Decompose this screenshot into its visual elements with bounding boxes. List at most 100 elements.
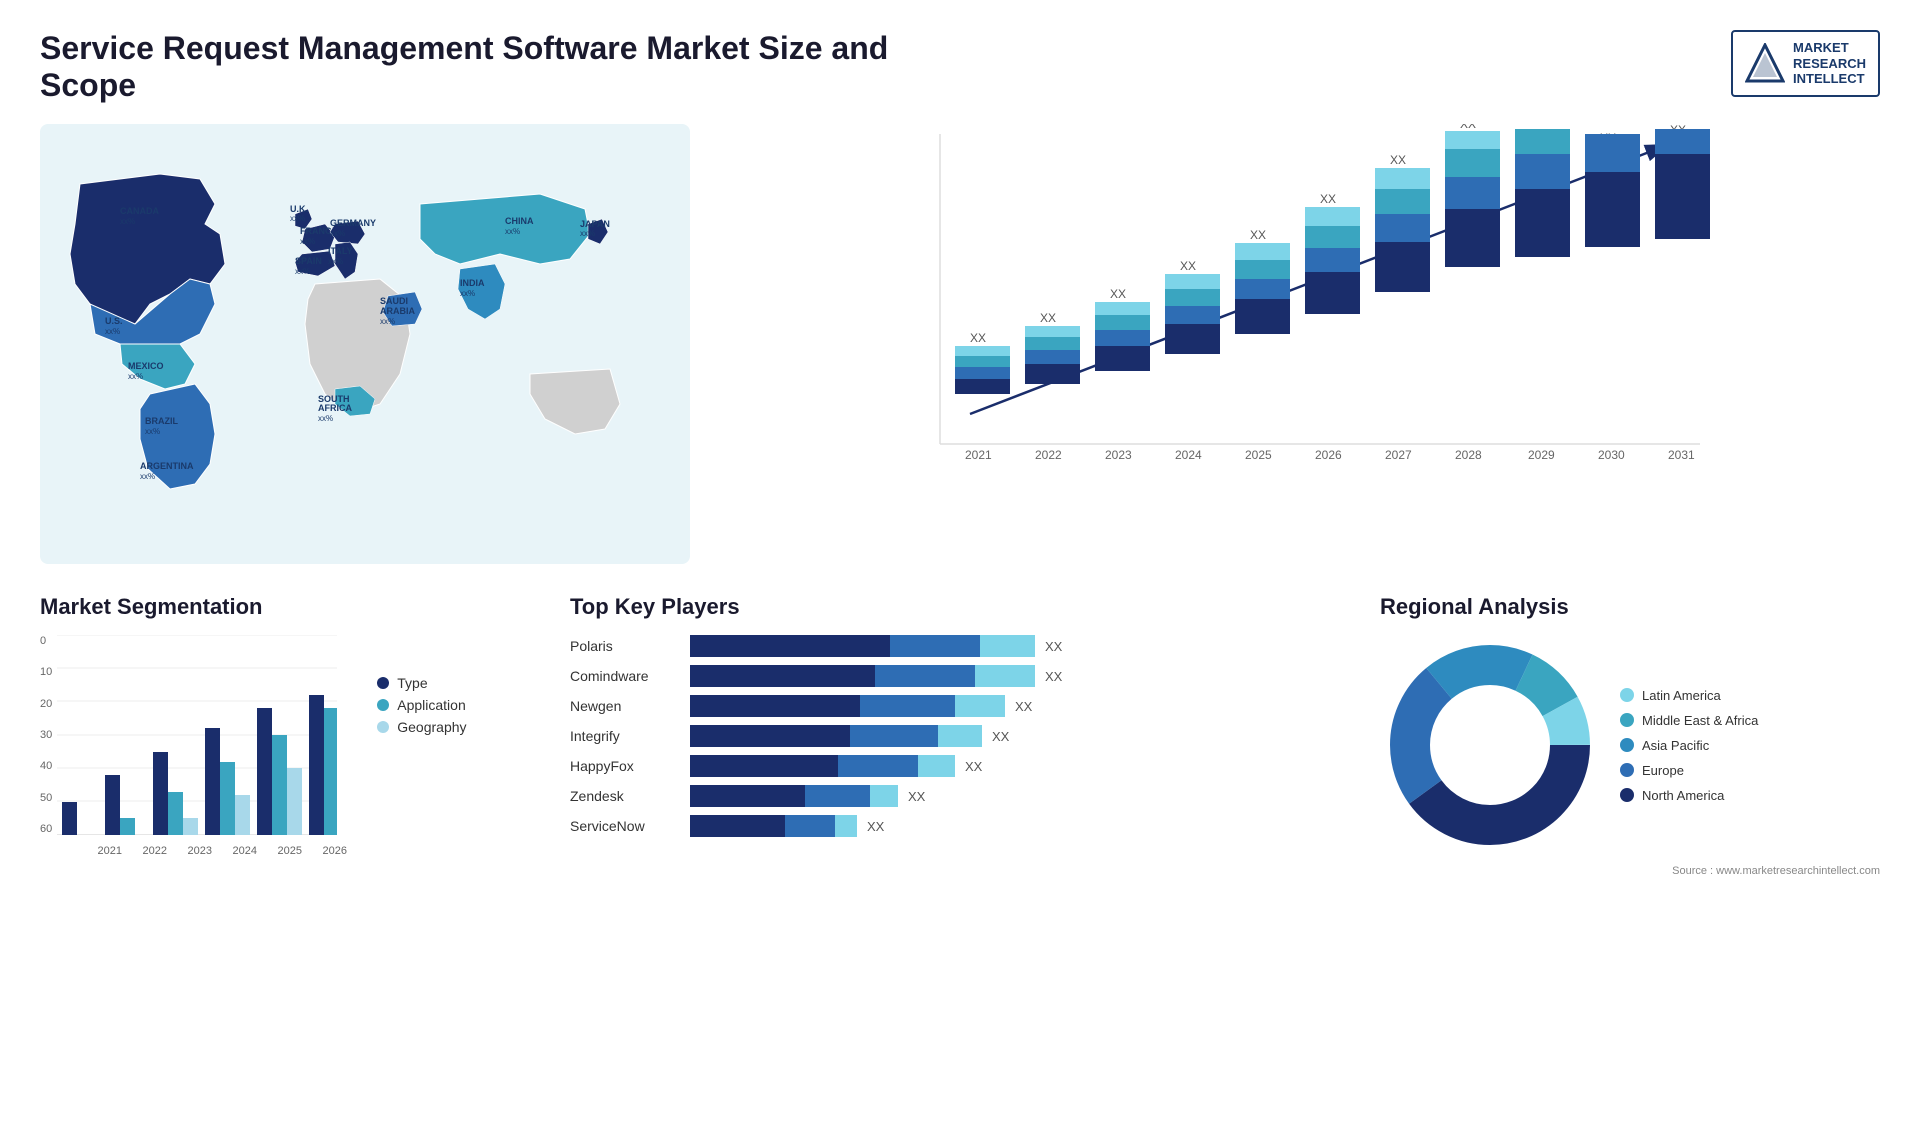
donut-chart-svg — [1380, 635, 1600, 855]
svg-text:2021: 2021 — [965, 448, 992, 462]
svg-text:SAUDI: SAUDI — [380, 296, 408, 306]
regional-title: Regional Analysis — [1380, 594, 1880, 620]
svg-text:xx%: xx% — [580, 229, 595, 238]
donut-container: Latin America Middle East & Africa Asia … — [1380, 635, 1880, 855]
logo-text: MARKET RESEARCH INTELLECT — [1793, 40, 1866, 87]
player-bar-polaris: XX — [690, 635, 1350, 657]
svg-text:xx%: xx% — [318, 414, 333, 423]
player-bar-integrify: XX — [690, 725, 1350, 747]
svg-text:xx%: xx% — [328, 257, 343, 266]
svg-text:xx%: xx% — [380, 317, 395, 326]
svg-text:ARABIA: ARABIA — [380, 306, 415, 316]
legend-north-america: North America — [1620, 788, 1758, 803]
donut-legend: Latin America Middle East & Africa Asia … — [1620, 688, 1758, 803]
player-name-zendesk: Zendesk — [570, 788, 680, 804]
svg-text:SPAIN: SPAIN — [295, 256, 322, 266]
player-bar-zendesk: XX — [690, 785, 1350, 807]
legend-application-label: Application — [397, 697, 466, 713]
player-value-newgen: XX — [1015, 699, 1032, 714]
legend-latin-america-label: Latin America — [1642, 688, 1721, 703]
svg-text:xx%: xx% — [290, 214, 305, 223]
svg-text:XX: XX — [1320, 192, 1336, 206]
svg-text:ARGENTINA: ARGENTINA — [140, 461, 194, 471]
player-value-happyfox: XX — [965, 759, 982, 774]
svg-text:GERMANY: GERMANY — [330, 218, 376, 228]
svg-text:U.S.: U.S. — [105, 316, 123, 326]
segmentation-section: Market Segmentation 6050403020100 — [40, 594, 540, 877]
legend-mea-color — [1620, 713, 1634, 727]
player-row-newgen: Newgen XX — [570, 695, 1350, 717]
source-footer: Source : www.marketresearchintellect.com — [1380, 865, 1880, 877]
key-players-section: Top Key Players Polaris XX Comindware — [570, 594, 1350, 877]
player-row-servicenow: ServiceNow XX — [570, 815, 1350, 837]
svg-text:MEXICO: MEXICO — [128, 361, 164, 371]
legend-geography-dot — [377, 721, 389, 733]
player-name-polaris: Polaris — [570, 638, 680, 654]
seg-x-labels: 2021 2022 2023 2024 2025 2026 — [87, 845, 357, 857]
player-row-polaris: Polaris XX — [570, 635, 1350, 657]
player-bar-servicenow: XX — [690, 815, 1350, 837]
legend-geography-label: Geography — [397, 719, 466, 735]
player-row-zendesk: Zendesk XX — [570, 785, 1350, 807]
legend-asia-pacific-color — [1620, 738, 1634, 752]
svg-text:xx%: xx% — [145, 427, 160, 436]
svg-text:2022: 2022 — [1035, 448, 1062, 462]
svg-text:xx%: xx% — [120, 217, 135, 226]
player-name-integrify: Integrify — [570, 728, 680, 744]
segmentation-chart-svg — [57, 635, 337, 835]
page-header: Service Request Management Software Mark… — [40, 30, 1880, 104]
legend-latin-america: Latin America — [1620, 688, 1758, 703]
segmentation-title: Market Segmentation — [40, 594, 540, 620]
svg-text:2031: 2031 — [1668, 448, 1695, 462]
logo-icon — [1745, 43, 1785, 83]
player-name-happyfox: HappyFox — [570, 758, 680, 774]
regional-section: Regional Analysis — [1380, 594, 1880, 877]
svg-text:xx%: xx% — [330, 229, 345, 238]
svg-text:xx%: xx% — [140, 472, 155, 481]
player-value-zendesk: XX — [908, 789, 925, 804]
svg-text:XX: XX — [1250, 228, 1266, 242]
legend-application-dot — [377, 699, 389, 711]
svg-text:xx%: xx% — [128, 372, 143, 381]
svg-text:U.K.: U.K. — [290, 204, 308, 214]
legend-type: Type — [377, 675, 466, 691]
svg-text:2023: 2023 — [1105, 448, 1132, 462]
svg-text:xx%: xx% — [105, 327, 120, 336]
svg-text:XX: XX — [970, 331, 986, 345]
legend-europe-label: Europe — [1642, 763, 1684, 778]
svg-text:XX: XX — [1180, 259, 1196, 273]
legend-asia-pacific: Asia Pacific — [1620, 738, 1758, 753]
player-row-happyfox: HappyFox XX — [570, 755, 1350, 777]
legend-application: Application — [377, 697, 466, 713]
legend-north-america-color — [1620, 788, 1634, 802]
player-name-comindware: Comindware — [570, 668, 680, 684]
svg-text:CHINA: CHINA — [505, 216, 534, 226]
svg-text:BRAZIL: BRAZIL — [145, 416, 178, 426]
player-row-comindware: Comindware XX — [570, 665, 1350, 687]
legend-type-dot — [377, 677, 389, 689]
svg-text:XX: XX — [1040, 311, 1056, 325]
bottom-grid: Market Segmentation 6050403020100 — [40, 594, 1880, 877]
player-row-integrify: Integrify XX — [570, 725, 1350, 747]
svg-text:2027: 2027 — [1385, 448, 1412, 462]
seg-legend: Type Application Geography — [377, 675, 466, 857]
svg-text:INDIA: INDIA — [460, 278, 485, 288]
player-name-servicenow: ServiceNow — [570, 818, 680, 834]
growth-chart-section: XX 2021 XX 2022 XX 2023 — [720, 124, 1880, 564]
svg-text:xx%: xx% — [505, 227, 520, 236]
legend-type-label: Type — [397, 675, 427, 691]
legend-asia-pacific-label: Asia Pacific — [1642, 738, 1709, 753]
players-list: Polaris XX Comindware — [570, 635, 1350, 837]
page-title: Service Request Management Software Mark… — [40, 30, 940, 104]
player-bar-newgen: XX — [690, 695, 1350, 717]
legend-north-america-label: North America — [1642, 788, 1724, 803]
svg-text:2025: 2025 — [1245, 448, 1272, 462]
seg-y-axis: 6050403020100 — [40, 635, 52, 835]
svg-text:JAPAN: JAPAN — [580, 219, 610, 229]
svg-text:xx%: xx% — [295, 267, 310, 276]
legend-latin-america-color — [1620, 688, 1634, 702]
legend-mea-label: Middle East & Africa — [1642, 713, 1758, 728]
svg-text:AFRICA: AFRICA — [318, 403, 352, 413]
player-value-comindware: XX — [1045, 669, 1062, 684]
legend-geography: Geography — [377, 719, 466, 735]
